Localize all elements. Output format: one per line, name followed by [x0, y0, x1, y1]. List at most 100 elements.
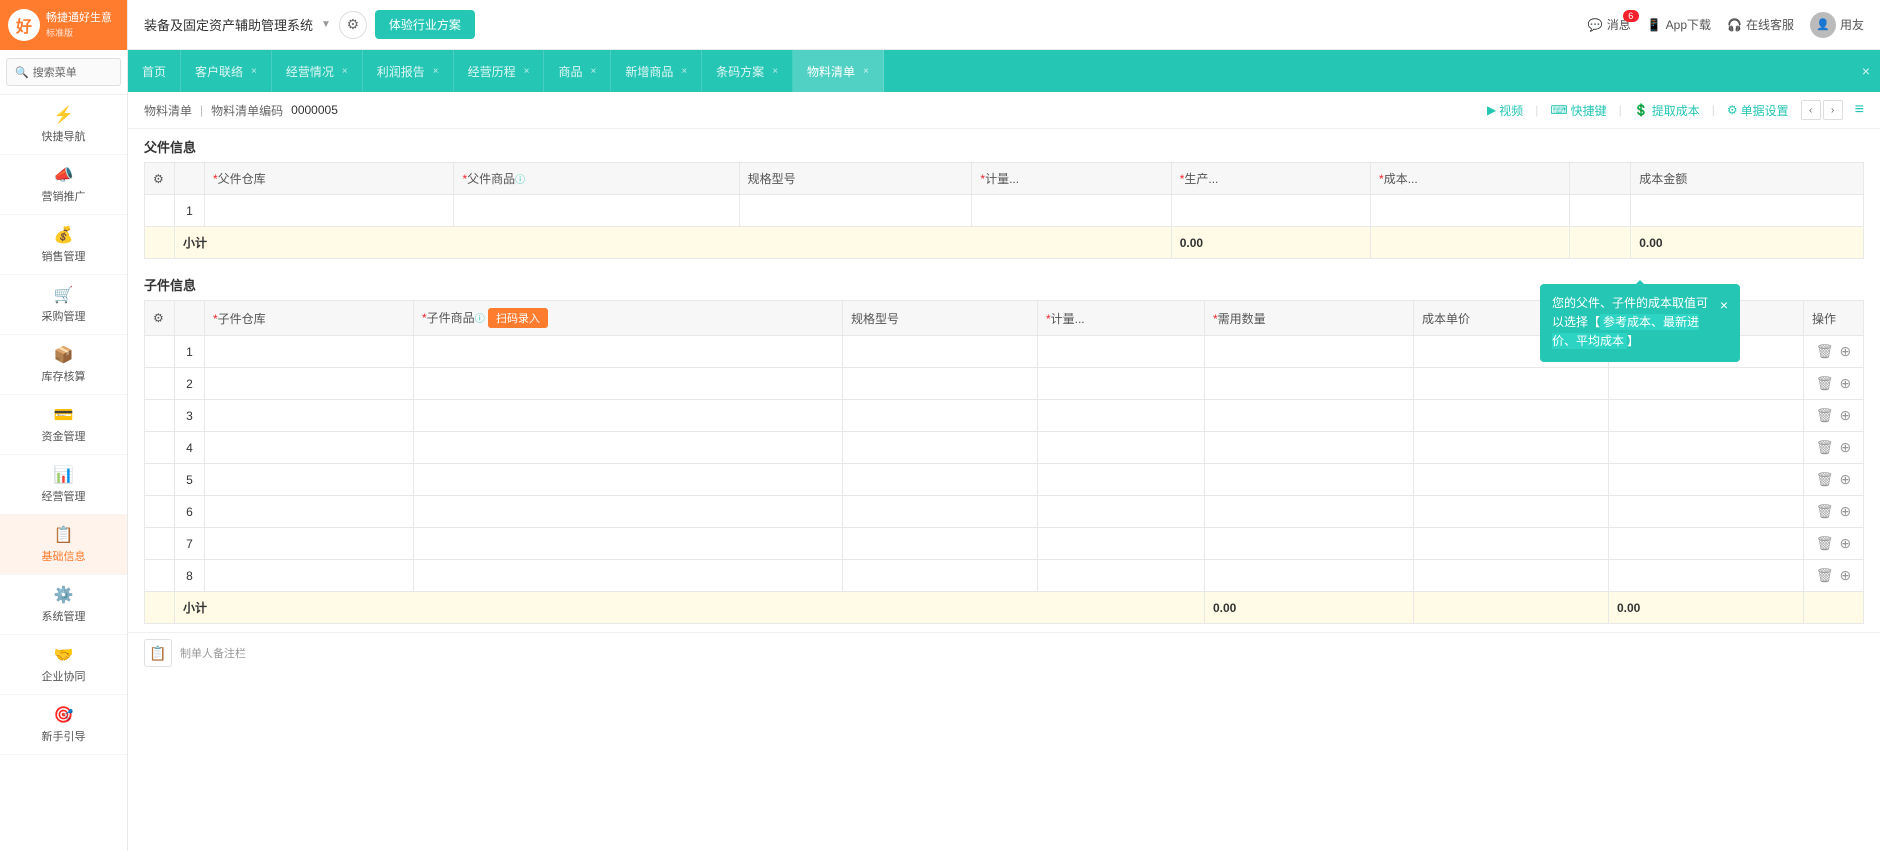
sidebar-item-operation[interactable]: 📊 经营管理: [0, 455, 127, 515]
view-video-button[interactable]: ▶ 视频: [1487, 102, 1523, 119]
td-parent-product[interactable]: [454, 195, 739, 227]
td-spec[interactable]: [842, 336, 1037, 368]
td-produce[interactable]: [1171, 195, 1370, 227]
td-qty[interactable]: [1204, 400, 1413, 432]
sidebar-item-sales[interactable]: 💰 销售管理: [0, 215, 127, 275]
td-qty[interactable]: [1204, 528, 1413, 560]
search-menu-button[interactable]: 🔍 搜索菜单: [6, 58, 121, 86]
td-unit[interactable]: [1037, 432, 1204, 464]
tab-bom[interactable]: 物料清单 ×: [793, 50, 884, 92]
tab-close-icon[interactable]: ×: [863, 66, 869, 77]
tab-close-icon[interactable]: ×: [590, 66, 596, 77]
td-qty[interactable]: [1204, 464, 1413, 496]
settings-button[interactable]: ⚙ 单据设置: [1727, 102, 1789, 119]
delete-icon[interactable]: 🗑: [1816, 343, 1834, 360]
sidebar-item-basic-info[interactable]: 📋 基础信息: [0, 515, 127, 575]
td-unit[interactable]: [1037, 560, 1204, 592]
td-spec[interactable]: [842, 432, 1037, 464]
sidebar-item-purchase[interactable]: 🛒 采购管理: [0, 275, 127, 335]
tab-goods[interactable]: 商品 ×: [544, 50, 611, 92]
td-unit[interactable]: [1037, 528, 1204, 560]
td-child-product[interactable]: [414, 496, 843, 528]
sidebar-item-inventory[interactable]: 📦 库存核算: [0, 335, 127, 395]
tab-home[interactable]: 首页: [128, 50, 181, 92]
copy-icon[interactable]: ⊕: [1840, 375, 1852, 392]
close-all-tabs-button[interactable]: ×: [1852, 63, 1880, 79]
tab-close-icon[interactable]: ×: [681, 66, 687, 77]
td-qty[interactable]: [1204, 368, 1413, 400]
system-dropdown-icon[interactable]: ▼: [321, 19, 331, 30]
copy-icon[interactable]: ⊕: [1840, 535, 1852, 552]
td-qty[interactable]: [1204, 496, 1413, 528]
td-spec[interactable]: [842, 400, 1037, 432]
tooltip-close-button[interactable]: ×: [1720, 294, 1728, 316]
scan-button[interactable]: 扫码录入: [488, 308, 548, 328]
user-area[interactable]: 👤 用友: [1810, 12, 1864, 38]
tab-customer[interactable]: 客户联络 ×: [181, 50, 272, 92]
app-download-button[interactable]: 📱 App下载: [1647, 16, 1711, 33]
delete-icon[interactable]: 🗑: [1816, 535, 1834, 552]
td-child-warehouse[interactable]: [205, 464, 414, 496]
tab-close-icon[interactable]: ×: [524, 66, 530, 77]
delete-icon[interactable]: 🗑: [1816, 407, 1834, 424]
tab-close-icon[interactable]: ×: [433, 66, 439, 77]
td-child-warehouse[interactable]: [205, 496, 414, 528]
grid-view-icon[interactable]: ≡: [1855, 101, 1864, 119]
td-unit[interactable]: [1037, 336, 1204, 368]
td-parent-warehouse[interactable]: [205, 195, 454, 227]
copy-icon[interactable]: ⊕: [1840, 471, 1852, 488]
tab-operation[interactable]: 经营情况 ×: [272, 50, 363, 92]
delete-icon[interactable]: 🗑: [1816, 567, 1834, 584]
tab-close-icon[interactable]: ×: [772, 66, 778, 77]
copy-icon[interactable]: ⊕: [1840, 503, 1852, 520]
sidebar-item-system[interactable]: ⚙️ 系统管理: [0, 575, 127, 635]
td-child-warehouse[interactable]: [205, 528, 414, 560]
online-service-button[interactable]: 🎧 在线客服: [1727, 16, 1794, 33]
td-unit[interactable]: [972, 195, 1171, 227]
breadcrumb-main[interactable]: 物料清单: [144, 102, 192, 119]
prev-arrow[interactable]: ‹: [1801, 100, 1821, 120]
bottom-icon-button[interactable]: 📋: [144, 639, 172, 667]
td-child-product[interactable]: [414, 400, 843, 432]
settings-button[interactable]: ⚙: [339, 11, 367, 39]
tab-history[interactable]: 经营历程 ×: [454, 50, 545, 92]
td-child-product[interactable]: [414, 528, 843, 560]
td-child-warehouse[interactable]: [205, 400, 414, 432]
delete-icon[interactable]: 🗑: [1816, 375, 1834, 392]
trial-button[interactable]: 体验行业方案: [375, 10, 475, 39]
td-spec[interactable]: [842, 368, 1037, 400]
td-qty[interactable]: [1204, 432, 1413, 464]
td-child-warehouse[interactable]: [205, 368, 414, 400]
sidebar-item-finance[interactable]: 💳 资金管理: [0, 395, 127, 455]
next-arrow[interactable]: ›: [1823, 100, 1843, 120]
message-button[interactable]: 💬 消息 6: [1588, 16, 1631, 33]
extract-cost-button[interactable]: 💲 提取成本: [1634, 102, 1700, 119]
td-child-product[interactable]: [414, 336, 843, 368]
delete-icon[interactable]: 🗑: [1816, 471, 1834, 488]
tab-profit[interactable]: 利润报告 ×: [363, 50, 454, 92]
td-spec[interactable]: [842, 464, 1037, 496]
shortcut-button[interactable]: ⌨ 快捷键: [1550, 102, 1606, 119]
td-spec[interactable]: [842, 528, 1037, 560]
td-unit[interactable]: [1037, 496, 1204, 528]
copy-icon[interactable]: ⊕: [1840, 439, 1852, 456]
delete-icon[interactable]: 🗑: [1816, 503, 1834, 520]
sidebar-item-marketing[interactable]: 📣 营销推广: [0, 155, 127, 215]
td-cost[interactable]: [1371, 195, 1570, 227]
td-unit[interactable]: [1037, 464, 1204, 496]
td-child-product[interactable]: [414, 368, 843, 400]
td-qty[interactable]: [1204, 560, 1413, 592]
td-child-warehouse[interactable]: [205, 336, 414, 368]
td-unit[interactable]: [1037, 400, 1204, 432]
td-unit[interactable]: [1037, 368, 1204, 400]
sidebar-item-enterprise[interactable]: 🤝 企业协同: [0, 635, 127, 695]
tab-new-goods[interactable]: 新增商品 ×: [611, 50, 702, 92]
td-child-warehouse[interactable]: [205, 432, 414, 464]
tab-close-icon[interactable]: ×: [251, 66, 257, 77]
copy-icon[interactable]: ⊕: [1840, 407, 1852, 424]
copy-icon[interactable]: ⊕: [1840, 567, 1852, 584]
tab-barcode[interactable]: 条码方案 ×: [702, 50, 793, 92]
sidebar-item-guide[interactable]: 🎯 新手引导: [0, 695, 127, 755]
td-qty[interactable]: [1204, 336, 1413, 368]
td-child-product[interactable]: [414, 464, 843, 496]
